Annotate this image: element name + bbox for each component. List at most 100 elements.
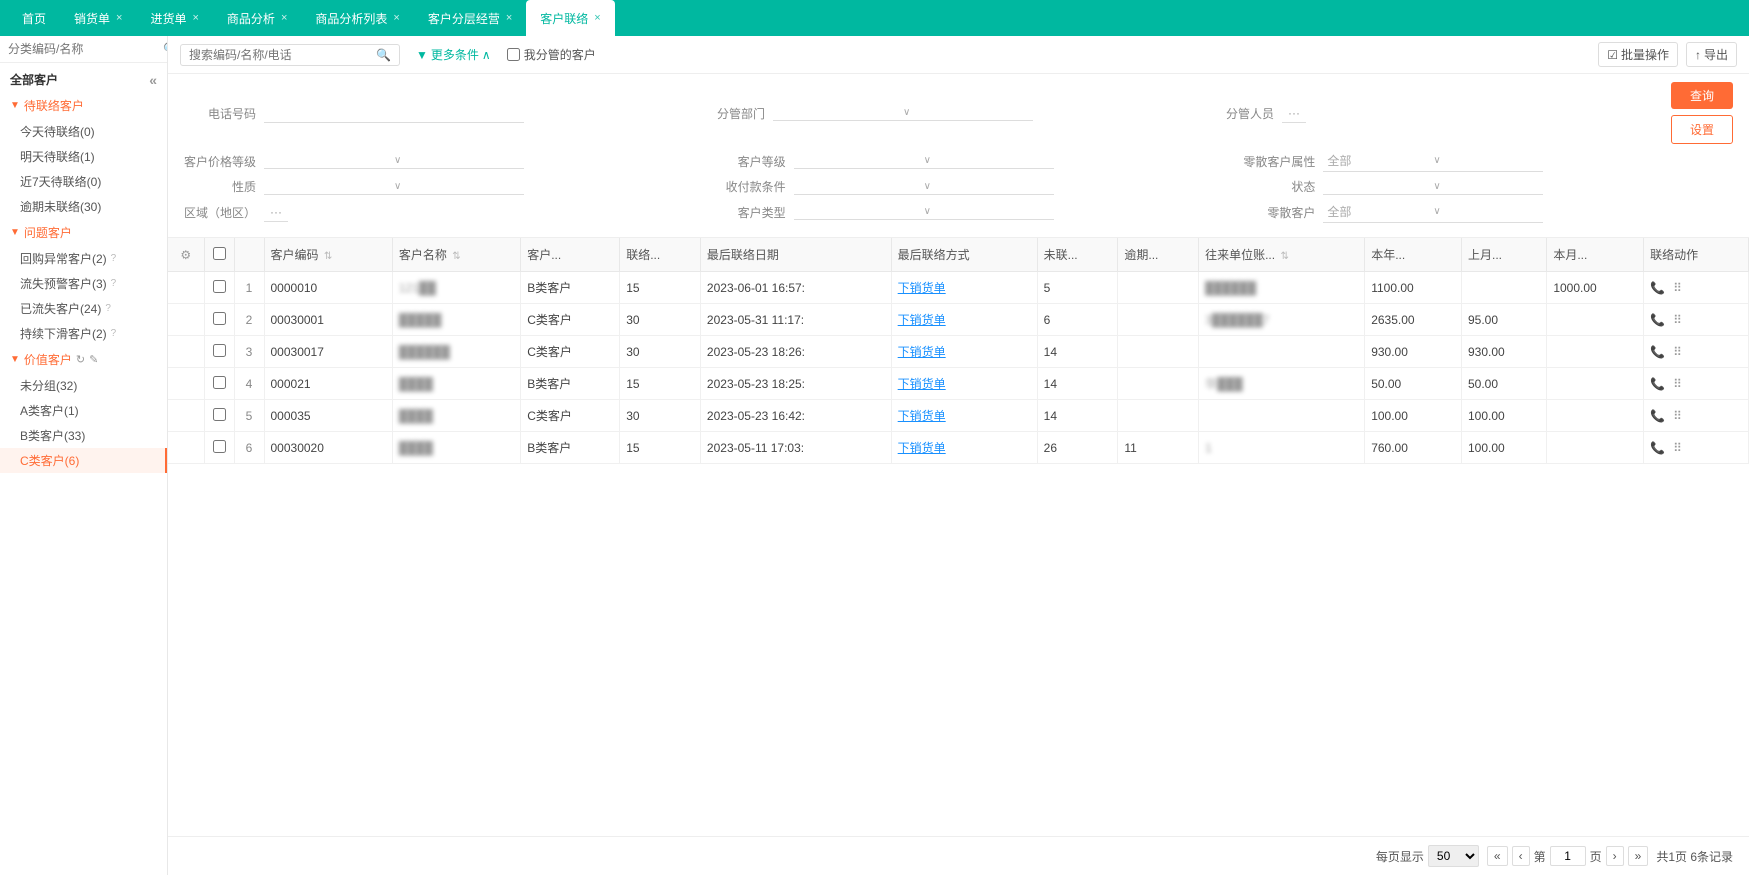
filter-customer-level-select[interactable]: ∨ <box>794 153 1054 169</box>
row-last-contact-method[interactable]: 下销货单 <box>891 272 1037 304</box>
contact-method-link[interactable]: 下销货单 <box>898 409 946 423</box>
row-checkbox[interactable] <box>213 408 226 421</box>
sidebar-item-class-a[interactable]: A类客户(1) <box>0 398 167 423</box>
row-checkbox-cell[interactable] <box>204 272 234 304</box>
batch-operations-btn[interactable]: ☑ 批量操作 <box>1598 42 1678 67</box>
phone-action-icon[interactable]: 📞 <box>1650 281 1665 295</box>
row-checkbox-cell[interactable] <box>204 432 234 464</box>
phone-action-icon[interactable]: 📞 <box>1650 345 1665 359</box>
contact-method-link[interactable]: 下销货单 <box>898 441 946 455</box>
contact-method-link[interactable]: 下销货单 <box>898 313 946 327</box>
filter-customer-type-select[interactable]: ∨ <box>794 204 1054 220</box>
my-customers-checkbox[interactable] <box>507 48 520 61</box>
more-action-icon[interactable]: ⠿ <box>1673 313 1682 327</box>
select-all-checkbox[interactable] <box>213 247 226 260</box>
row-checkbox-cell[interactable] <box>204 336 234 368</box>
sidebar-item-class-c[interactable]: C类客户(6) <box>0 448 167 473</box>
nav-customer-layering[interactable]: 客户分层经营 × <box>414 0 526 36</box>
close-icon[interactable]: × <box>116 12 122 24</box>
more-action-icon[interactable]: ⠿ <box>1673 409 1682 423</box>
filter-payment-select[interactable]: ∨ <box>794 179 1054 195</box>
first-page-btn[interactable]: « <box>1487 846 1508 866</box>
contact-method-link[interactable]: 下销货单 <box>898 345 946 359</box>
sidebar-item-ungrouped[interactable]: 未分组(32) <box>0 373 167 398</box>
close-icon[interactable]: × <box>281 12 287 24</box>
sidebar-item-tomorrow[interactable]: 明天待联络(1) <box>0 144 167 169</box>
sidebar-group-value[interactable]: ▼ 价值客户 ↻ ✎ <box>0 346 167 373</box>
close-icon[interactable]: × <box>506 12 512 24</box>
th-name[interactable]: 客户名称 ⇅ <box>392 238 520 272</box>
more-action-icon[interactable]: ⠿ <box>1673 377 1682 391</box>
sidebar-group-pending[interactable]: ▼ 待联络客户 <box>0 92 167 119</box>
query-btn[interactable]: 查询 <box>1671 82 1733 109</box>
last-page-btn[interactable]: » <box>1628 846 1649 866</box>
ellipsis-btn[interactable]: ··· <box>1282 104 1306 123</box>
contact-method-link[interactable]: 下销货单 <box>898 281 946 295</box>
row-checkbox[interactable] <box>213 440 226 453</box>
search-input[interactable] <box>189 48 376 62</box>
page-size-select[interactable]: 20 50 100 <box>1428 845 1479 867</box>
sidebar-item-churned[interactable]: 已流失客户(24) ? <box>0 296 167 321</box>
row-last-contact-method[interactable]: 下销货单 <box>891 304 1037 336</box>
refresh-icon[interactable]: ↻ <box>76 353 85 366</box>
filter-retail-customer-select[interactable]: 全部 ∨ <box>1323 201 1543 223</box>
row-checkbox[interactable] <box>213 376 226 389</box>
phone-action-icon[interactable]: 📞 <box>1650 409 1665 423</box>
sidebar-item-7days[interactable]: 近7天待联络(0) <box>0 169 167 194</box>
page-number-input[interactable] <box>1550 846 1586 866</box>
filter-price-level-select[interactable]: ∨ <box>264 153 524 169</box>
phone-action-icon[interactable]: 📞 <box>1650 441 1665 455</box>
close-icon[interactable]: × <box>594 12 600 24</box>
sidebar-item-today[interactable]: 今天待联络(0) <box>0 119 167 144</box>
select-all-col[interactable] <box>204 238 234 272</box>
gear-settings-col[interactable]: ⚙ <box>168 238 204 272</box>
close-icon[interactable]: × <box>393 12 399 24</box>
sidebar-item-declining[interactable]: 持续下滑客户(2) ? <box>0 321 167 346</box>
nav-purchase-order[interactable]: 进货单 × <box>136 0 212 36</box>
contact-method-link[interactable]: 下销货单 <box>898 377 946 391</box>
filter-phone-input[interactable] <box>264 104 524 123</box>
prev-page-btn[interactable]: ‹ <box>1512 846 1530 866</box>
filter-dept-select[interactable]: ∨ <box>773 105 1033 121</box>
collapse-icon[interactable]: « <box>149 72 157 88</box>
next-page-btn[interactable]: › <box>1606 846 1624 866</box>
filter-nature-select[interactable]: ∨ <box>264 179 524 195</box>
filter-more-btn[interactable]: ▼ 更多条件 ∧ <box>408 43 499 66</box>
edit-icon[interactable]: ✎ <box>89 353 98 366</box>
more-action-icon[interactable]: ⠿ <box>1673 441 1682 455</box>
th-account[interactable]: 往来单位账... ⇅ <box>1199 238 1365 272</box>
filter-status-select[interactable]: ∨ <box>1323 179 1543 195</box>
phone-action-icon[interactable]: 📞 <box>1650 313 1665 327</box>
sidebar-item-overdue[interactable]: 逾期未联络(30) <box>0 194 167 219</box>
row-checkbox[interactable] <box>213 280 226 293</box>
sidebar-item-class-b[interactable]: B类客户(33) <box>0 423 167 448</box>
row-checkbox-cell[interactable] <box>204 304 234 336</box>
nav-product-analysis-list[interactable]: 商品分析列表 × <box>301 0 413 36</box>
sidebar-item-churn-warning[interactable]: 流失预警客户(3) ? <box>0 271 167 296</box>
setting-btn[interactable]: 设置 <box>1671 115 1733 144</box>
phone-action-icon[interactable]: 📞 <box>1650 377 1665 391</box>
row-checkbox[interactable] <box>213 312 226 325</box>
row-checkbox-cell[interactable] <box>204 368 234 400</box>
sidebar-search-input[interactable] <box>8 42 163 56</box>
nav-product-analysis[interactable]: 商品分析 × <box>213 0 301 36</box>
nav-sales-order[interactable]: 销货单 × <box>60 0 136 36</box>
more-action-icon[interactable]: ⠿ <box>1673 281 1682 295</box>
row-checkbox-cell[interactable] <box>204 400 234 432</box>
row-checkbox[interactable] <box>213 344 226 357</box>
search-icon[interactable]: 🔍 <box>376 48 391 62</box>
row-last-contact-method[interactable]: 下销货单 <box>891 400 1037 432</box>
th-code[interactable]: 客户编码 ⇅ <box>264 238 392 272</box>
region-ellipsis-btn[interactable]: ··· <box>264 203 288 222</box>
nav-customer-contact[interactable]: 客户联络 × <box>526 0 614 36</box>
sidebar-item-repurchase-abnormal[interactable]: 回购异常客户(2) ? <box>0 246 167 271</box>
row-last-contact-method[interactable]: 下销货单 <box>891 368 1037 400</box>
close-icon[interactable]: × <box>192 12 198 24</box>
nav-home[interactable]: 首页 <box>8 0 60 36</box>
filter-retail-attr-select[interactable]: 全部 ∨ <box>1323 150 1543 172</box>
more-action-icon[interactable]: ⠿ <box>1673 345 1682 359</box>
sidebar-group-problem[interactable]: ▼ 问题客户 <box>0 219 167 246</box>
export-btn[interactable]: ↑ 导出 <box>1686 42 1737 67</box>
row-last-contact-method[interactable]: 下销货单 <box>891 432 1037 464</box>
row-last-contact-method[interactable]: 下销货单 <box>891 336 1037 368</box>
